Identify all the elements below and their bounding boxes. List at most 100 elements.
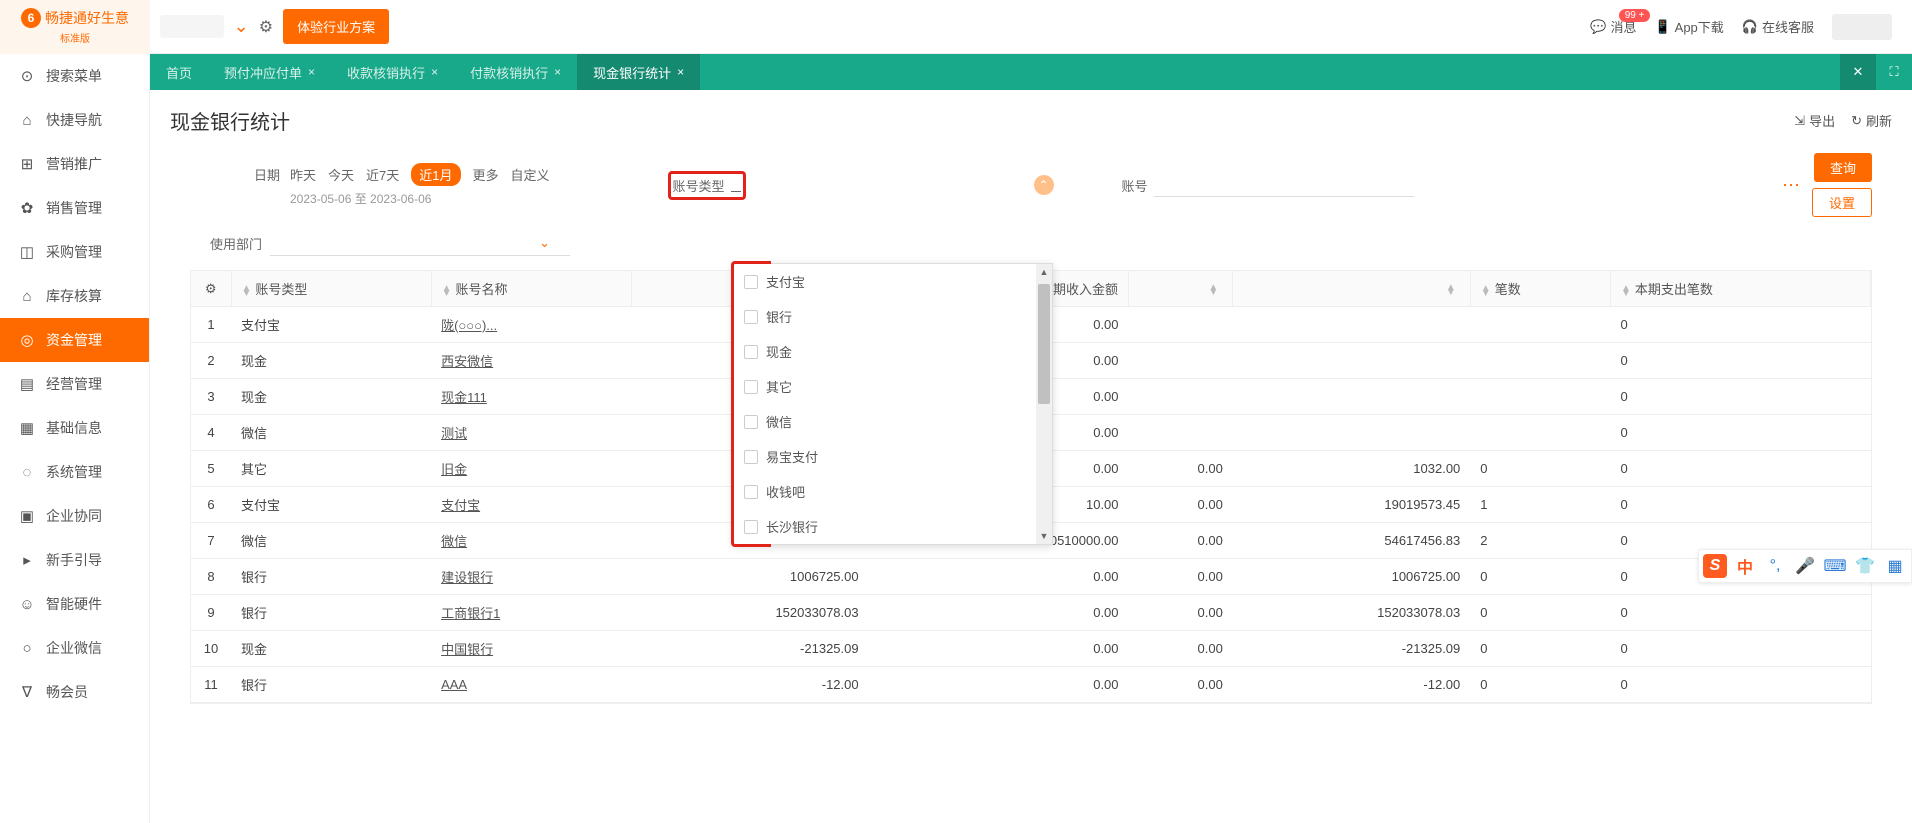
scroll-up-icon[interactable]: ▲ <box>1036 264 1052 280</box>
dropdown-item-易宝支付[interactable]: 易宝支付 <box>734 439 1052 474</box>
user-avatar[interactable] <box>1832 14 1892 40</box>
sort-icon[interactable]: ▲▼ <box>442 286 452 296</box>
row-index: 7 <box>191 523 231 559</box>
refresh-button[interactable]: ↻刷新 <box>1851 111 1892 130</box>
date-opt-近1月[interactable]: 近1月 <box>411 163 460 186</box>
scroll-thumb[interactable] <box>1038 284 1050 404</box>
tab-收款核销执行[interactable]: 收款核销执行× <box>331 54 454 90</box>
dept-field[interactable]: ⌄ <box>270 231 570 256</box>
cell-name[interactable]: 现金111 <box>431 379 631 415</box>
sidebar-item-企业协同[interactable]: ▣企业协同 <box>0 494 149 538</box>
sidebar-label: 基础信息 <box>46 418 102 438</box>
online-service-link[interactable]: 🎧 在线客服 <box>1742 17 1814 36</box>
query-button[interactable]: 查询 <box>1814 153 1872 182</box>
tab-close-icon[interactable]: × <box>554 65 561 79</box>
sidebar-item-畅会员[interactable]: ∇畅会员 <box>0 670 149 714</box>
sort-icon[interactable]: ▲▼ <box>1481 286 1491 296</box>
dropdown-item-现金[interactable]: 现金 <box>734 334 1052 369</box>
sort-icon[interactable]: ▲▼ <box>1446 285 1456 295</box>
sort-icon[interactable]: ▲▼ <box>1208 285 1218 295</box>
sidebar-item-系统管理[interactable]: ◌系统管理 <box>0 450 149 494</box>
date-opt-近7天[interactable]: 近7天 <box>366 165 399 184</box>
checkbox[interactable] <box>744 310 758 324</box>
cell-name[interactable]: 旧金 <box>431 451 631 487</box>
dropdown-item-收钱吧[interactable]: 收钱吧 <box>734 474 1052 509</box>
tab-close-icon[interactable]: × <box>677 65 684 79</box>
date-opt-昨天[interactable]: 昨天 <box>290 165 316 184</box>
sidebar-item-搜索菜单[interactable]: ⊙搜索菜单 <box>0 54 149 98</box>
column-header[interactable]: ▲▼ <box>1233 271 1470 307</box>
column-header[interactable]: ▲▼账号名称 <box>431 271 631 307</box>
checkbox[interactable] <box>744 450 758 464</box>
cell-name[interactable]: 支付宝 <box>431 487 631 523</box>
dropdown-item-长沙银行[interactable]: 长沙银行 <box>734 509 1052 544</box>
column-header[interactable]: ▲▼本期支出笔数 <box>1611 271 1871 307</box>
more-dots-button[interactable]: ⋯ <box>1782 175 1802 196</box>
cell-name[interactable]: AAA <box>431 667 631 703</box>
sidebar-item-企业微信[interactable]: ○企业微信 <box>0 626 149 670</box>
sort-icon[interactable]: ▲▼ <box>1621 286 1631 296</box>
checkbox[interactable] <box>744 380 758 394</box>
cell-name[interactable]: 中国银行 <box>431 631 631 667</box>
cell-name[interactable]: 微信 <box>431 523 631 559</box>
dropdown-item-其它[interactable]: 其它 <box>734 369 1052 404</box>
sidebar-item-智能硬件[interactable]: ☺智能硬件 <box>0 582 149 626</box>
collapse-filters-button[interactable]: ⌃ <box>1034 175 1054 195</box>
sidebar-item-销售管理[interactable]: ✿销售管理 <box>0 186 149 230</box>
checkbox[interactable] <box>744 520 758 534</box>
expand-button[interactable]: ⛶ <box>1876 54 1912 90</box>
tab-预付冲应付单[interactable]: 预付冲应付单× <box>208 54 331 90</box>
checkbox[interactable] <box>744 415 758 429</box>
messages-link[interactable]: 💬 消息 99 + <box>1590 17 1636 36</box>
sidebar-item-资金管理[interactable]: ◎资金管理 <box>0 318 149 362</box>
tab-付款核销执行[interactable]: 付款核销执行× <box>454 54 577 90</box>
cell-name[interactable]: 西安微信 <box>431 343 631 379</box>
checkbox[interactable] <box>744 275 758 289</box>
tab-现金银行统计[interactable]: 现金银行统计× <box>577 54 700 90</box>
checkbox[interactable] <box>744 345 758 359</box>
column-header[interactable]: ▲▼笔数 <box>1470 271 1610 307</box>
column-header[interactable]: ▲▼账号类型 <box>231 271 431 307</box>
scroll-down-icon[interactable]: ▼ <box>1036 528 1052 544</box>
dropdown-scrollbar[interactable]: ▲ ▼ <box>1036 264 1052 544</box>
tab-close-icon[interactable]: × <box>431 65 438 79</box>
settings-button[interactable]: 设置 <box>1812 188 1872 217</box>
cell-type: 现金 <box>231 631 431 667</box>
sidebar-item-基础信息[interactable]: ▦基础信息 <box>0 406 149 450</box>
close-tab-button[interactable]: ✕ <box>1840 54 1876 90</box>
sidebar-item-新手引导[interactable]: ▸新手引导 <box>0 538 149 582</box>
account-field[interactable] <box>1154 173 1414 197</box>
company-selector-placeholder[interactable] <box>160 15 224 38</box>
sidebar-item-快捷导航[interactable]: ⌂快捷导航 <box>0 98 149 142</box>
gear-column-header[interactable]: ⚙ <box>191 271 231 307</box>
tab-close-icon[interactable]: × <box>308 65 315 79</box>
dropdown-item-支付宝[interactable]: 支付宝 <box>734 264 1052 299</box>
cell-name[interactable]: 工商银行1 <box>431 595 631 631</box>
dropdown-item-银行[interactable]: 银行 <box>734 299 1052 334</box>
app-download-link[interactable]: 📱 App下载 <box>1654 17 1723 36</box>
plan-button[interactable]: 体验行业方案 <box>283 9 389 44</box>
date-opt-自定义[interactable]: 自定义 <box>511 165 550 184</box>
cell-name[interactable]: 建设银行 <box>431 559 631 595</box>
ime-skin-icon: 👕 <box>1853 554 1877 578</box>
dropdown-item-微信[interactable]: 微信 <box>734 404 1052 439</box>
export-button[interactable]: ⇲导出 <box>1794 111 1835 130</box>
row-index: 6 <box>191 487 231 523</box>
brand: 6 畅捷通好生意 标准版 <box>0 0 150 54</box>
tab-首页[interactable]: 首页 <box>150 54 208 90</box>
chevron-down-icon[interactable]: ⌄ <box>234 16 249 37</box>
date-opt-今天[interactable]: 今天 <box>328 165 354 184</box>
sidebar-item-营销推广[interactable]: ⊞营销推广 <box>0 142 149 186</box>
ime-widget[interactable]: S 中 °, 🎤 ⌨ 👕 ▦ <box>1698 549 1912 583</box>
sidebar-item-采购管理[interactable]: ◫采购管理 <box>0 230 149 274</box>
sort-icon[interactable]: ▲▼ <box>242 286 252 296</box>
column-header[interactable]: ▲▼ <box>1129 271 1233 307</box>
cell-name[interactable]: 陇(○○○)... <box>431 307 631 343</box>
service-label: 在线客服 <box>1762 17 1814 36</box>
sidebar-item-库存核算[interactable]: ⌂库存核算 <box>0 274 149 318</box>
checkbox[interactable] <box>744 485 758 499</box>
cell-name[interactable]: 测试 <box>431 415 631 451</box>
date-opt-更多[interactable]: 更多 <box>473 165 499 184</box>
gear-icon[interactable]: ⚙ <box>259 17 273 37</box>
sidebar-item-经营管理[interactable]: ▤经营管理 <box>0 362 149 406</box>
